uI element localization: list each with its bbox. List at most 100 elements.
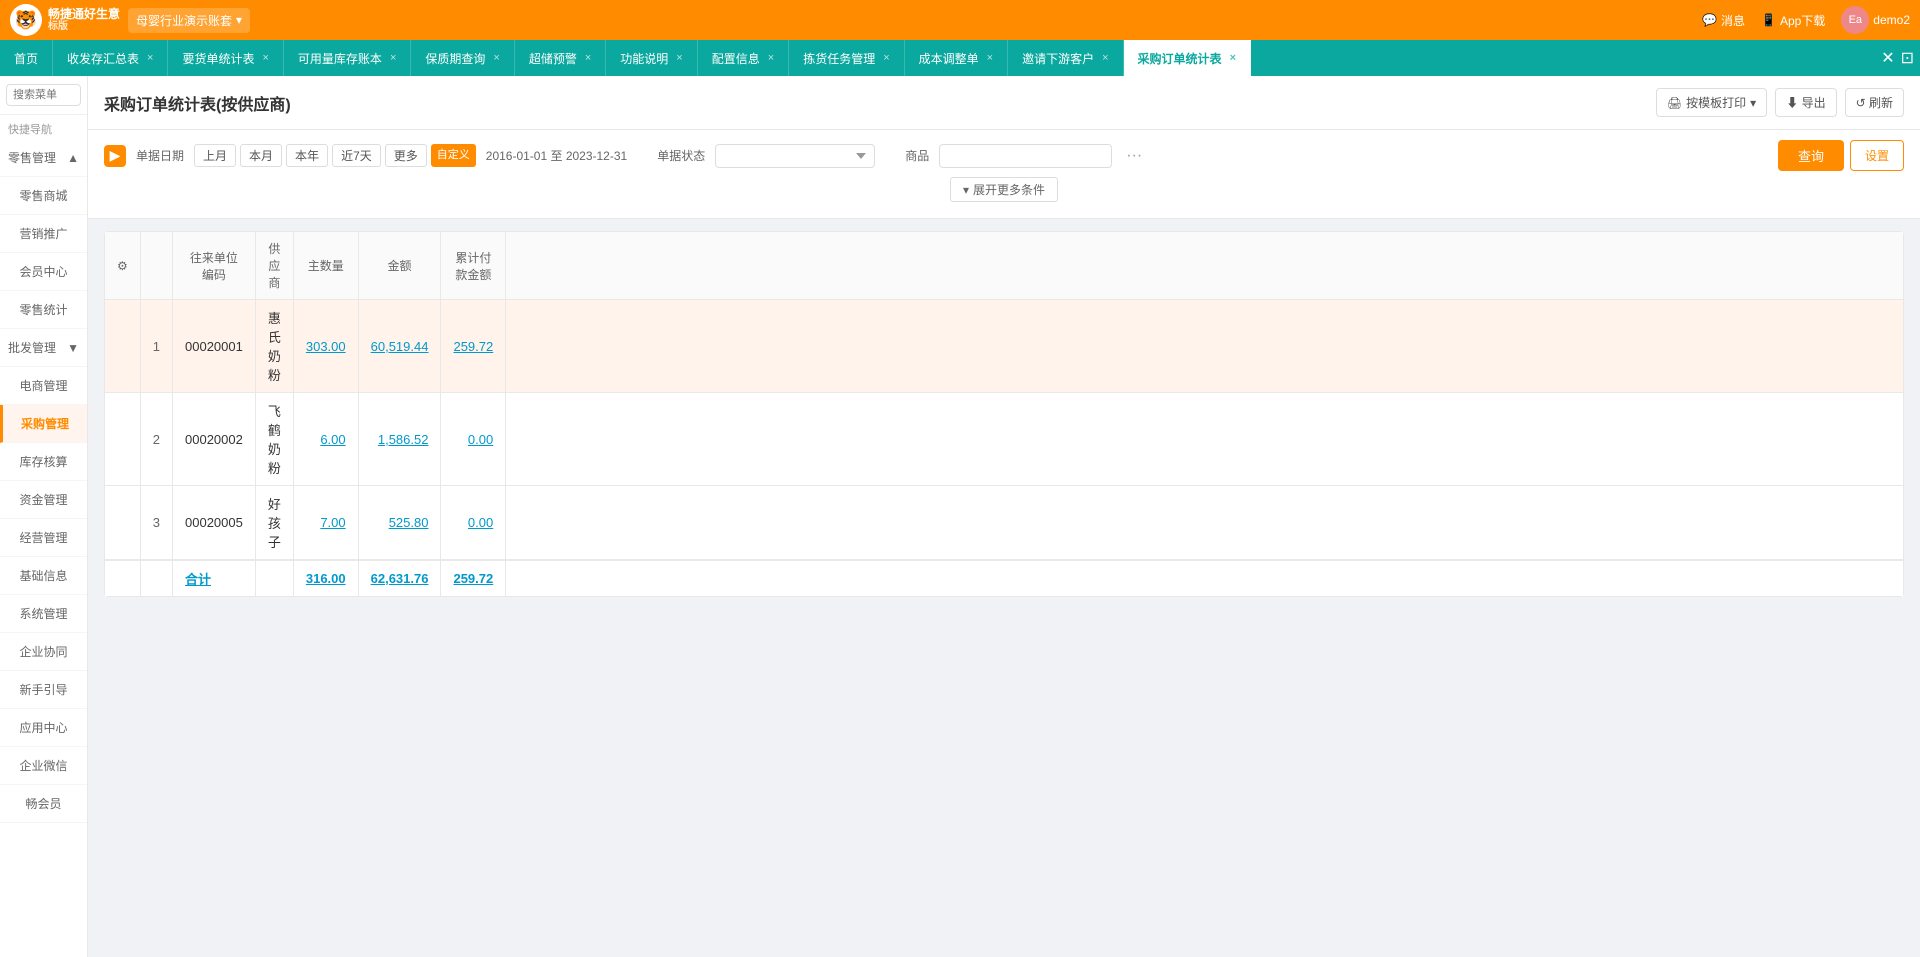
tab-warranty-query[interactable]: 保质期查询 ×: [411, 40, 514, 76]
row-index: 2: [140, 393, 172, 486]
sidebar: 快捷导航 零售管理 ▲ 零售商城 营销推广 会员中心 零售统计 批发管理 ▼ 电…: [0, 76, 88, 957]
sidebar-item-app-center[interactable]: 应用中心: [0, 709, 87, 747]
chevron-down-icon: ▾: [1750, 96, 1756, 110]
sidebar-item-new-guide[interactable]: 新手引导: [0, 671, 87, 709]
tab-pick-task[interactable]: 拣货任务管理 ×: [789, 40, 904, 76]
row-amount[interactable]: 60,519.44: [358, 300, 441, 393]
footer-empty-cell: [506, 560, 1904, 597]
sidebar-item-operation-mgmt[interactable]: 经营管理: [0, 519, 87, 557]
close-icon[interactable]: ×: [585, 52, 591, 64]
app-download-btn[interactable]: 📱 App下载: [1761, 12, 1825, 29]
settings-button[interactable]: 设置: [1850, 140, 1904, 171]
close-icon[interactable]: ×: [493, 52, 499, 64]
date-range-display: 2016-01-01 至 2023-12-31: [486, 147, 627, 164]
row-quantity[interactable]: 7.00: [293, 486, 358, 561]
tab-config-info[interactable]: 配置信息 ×: [698, 40, 789, 76]
printer-icon: 🖨: [1667, 96, 1682, 110]
sidebar-item-stock-check[interactable]: 库存核算: [0, 443, 87, 481]
sidebar-item-retail-store[interactable]: 零售商城: [0, 177, 87, 215]
sidebar-item-enterprise-collab[interactable]: 企业协同: [0, 633, 87, 671]
row-code: 00020001: [173, 300, 256, 393]
row-quantity[interactable]: 6.00: [293, 393, 358, 486]
goods-filter-label: 商品: [905, 147, 929, 164]
tab-purchase-summary[interactable]: 采购订单统计表 ×: [1124, 40, 1251, 76]
tab-function-desc[interactable]: 功能说明 ×: [606, 40, 697, 76]
sidebar-item-enterprise-wechat[interactable]: 企业微信: [0, 747, 87, 785]
filter-toggle-button[interactable]: ▶: [104, 145, 126, 167]
row-paid-amount[interactable]: 259.72: [441, 300, 506, 393]
row-index: 3: [140, 486, 172, 561]
goods-input[interactable]: [939, 144, 1112, 168]
export-button[interactable]: ⬇ 导出: [1775, 88, 1836, 117]
expand-more-button[interactable]: ▾ 展开更多条件: [950, 177, 1058, 202]
footer-quantity-cell: 316.00: [293, 560, 358, 597]
fullscreen-icon[interactable]: ⊡: [1901, 48, 1914, 68]
wholesale-mgmt-label: 批发管理: [8, 339, 56, 356]
sidebar-item-basic-info[interactable]: 基础信息: [0, 557, 87, 595]
user-area[interactable]: Ea demo2: [1841, 6, 1910, 34]
more-options-icon[interactable]: ···: [1122, 147, 1146, 165]
print-button[interactable]: 🖨 按模板打印 ▾: [1656, 88, 1767, 117]
sidebar-item-vip-member[interactable]: 畅会员: [0, 785, 87, 823]
date-quick-buttons: 上月 本月 本年 近7天 更多 自定义: [194, 144, 476, 167]
sidebar-item-purchase-mgmt[interactable]: 采购管理: [0, 405, 87, 443]
row-paid-amount[interactable]: 0.00: [441, 486, 506, 561]
close-icon[interactable]: ×: [1102, 52, 1108, 64]
row-quantity[interactable]: 303.00: [293, 300, 358, 393]
tab-receive-summary[interactable]: 收发存汇总表 ×: [53, 40, 168, 76]
row-paid-amount[interactable]: 0.00: [441, 393, 506, 486]
logo-area[interactable]: 🐯 畅捷通好生意 标版: [10, 4, 120, 36]
close-icon[interactable]: ×: [390, 52, 396, 64]
sidebar-item-marketing[interactable]: 营销推广: [0, 215, 87, 253]
close-icon[interactable]: ×: [676, 52, 682, 64]
close-icon[interactable]: ×: [1230, 52, 1236, 64]
sidebar-item-system-mgmt[interactable]: 系统管理: [0, 595, 87, 633]
tab-cost-adjust[interactable]: 成本调整单 ×: [905, 40, 1008, 76]
btn-this-month[interactable]: 本月: [240, 144, 282, 167]
th-settings[interactable]: ⚙: [105, 232, 141, 300]
close-icon[interactable]: ×: [147, 52, 153, 64]
refresh-button[interactable]: ↺ 刷新: [1845, 88, 1904, 117]
tab-stock-ledger[interactable]: 可用量库存账本 ×: [284, 40, 411, 76]
sidebar-item-retail-stats[interactable]: 零售统计: [0, 291, 87, 329]
tab-home[interactable]: 首页: [0, 40, 53, 76]
footer-amount-cell: 62,631.76: [358, 560, 441, 597]
gear-icon: ⚙: [117, 259, 128, 273]
status-select[interactable]: [715, 144, 875, 168]
row-code: 00020002: [173, 393, 256, 486]
main-layout: 快捷导航 零售管理 ▲ 零售商城 营销推广 会员中心 零售统计 批发管理 ▼ 电…: [0, 76, 1920, 957]
tab-overstock-warning[interactable]: 超储预警 ×: [515, 40, 606, 76]
row-settings-cell: [105, 393, 141, 486]
tab-order-summary[interactable]: 要货单统计表 ×: [168, 40, 283, 76]
workspace-selector[interactable]: 母婴行业演示账套 ▾: [128, 8, 250, 33]
btn-last-month[interactable]: 上月: [194, 144, 236, 167]
btn-this-year[interactable]: 本年: [286, 144, 328, 167]
tab-invite-customer[interactable]: 邀请下游客户 ×: [1008, 40, 1123, 76]
row-amount[interactable]: 525.80: [358, 486, 441, 561]
th-index: [140, 232, 172, 300]
nav-tabs: 首页 收发存汇总表 × 要货单统计表 × 可用量库存账本 × 保质期查询 × 超…: [0, 40, 1920, 76]
btn-7days[interactable]: 近7天: [332, 144, 381, 167]
logo-icon: 🐯: [10, 4, 42, 36]
expand-more-area: ▾ 展开更多条件: [104, 171, 1904, 208]
sidebar-item-ecommerce-mgmt[interactable]: 电商管理: [0, 367, 87, 405]
close-icon[interactable]: ×: [768, 52, 774, 64]
sidebar-item-finance-mgmt[interactable]: 资金管理: [0, 481, 87, 519]
phone-icon: 📱: [1761, 13, 1776, 27]
search-input[interactable]: [6, 84, 81, 106]
sidebar-item-retail-mgmt[interactable]: 零售管理 ▲: [0, 139, 87, 177]
date-filter-label: 单据日期: [136, 147, 184, 164]
status-filter-label: 单据状态: [657, 147, 705, 164]
page-header: 采购订单统计表(按供应商) 🖨 按模板打印 ▾ ⬇ 导出 ↺ 刷新: [88, 76, 1920, 130]
query-button[interactable]: 查询: [1778, 140, 1844, 171]
close-all-icon[interactable]: ✕: [1881, 48, 1894, 68]
btn-more-dates[interactable]: 更多: [385, 144, 427, 167]
sidebar-item-wholesale-mgmt[interactable]: 批发管理 ▼: [0, 329, 87, 367]
row-amount[interactable]: 1,586.52: [358, 393, 441, 486]
close-icon[interactable]: ×: [262, 52, 268, 64]
close-icon[interactable]: ×: [883, 52, 889, 64]
quick-nav-label[interactable]: 快捷导航: [0, 115, 87, 139]
sidebar-item-member-center[interactable]: 会员中心: [0, 253, 87, 291]
message-btn[interactable]: 💬 消息: [1702, 12, 1745, 29]
close-icon[interactable]: ×: [987, 52, 993, 64]
